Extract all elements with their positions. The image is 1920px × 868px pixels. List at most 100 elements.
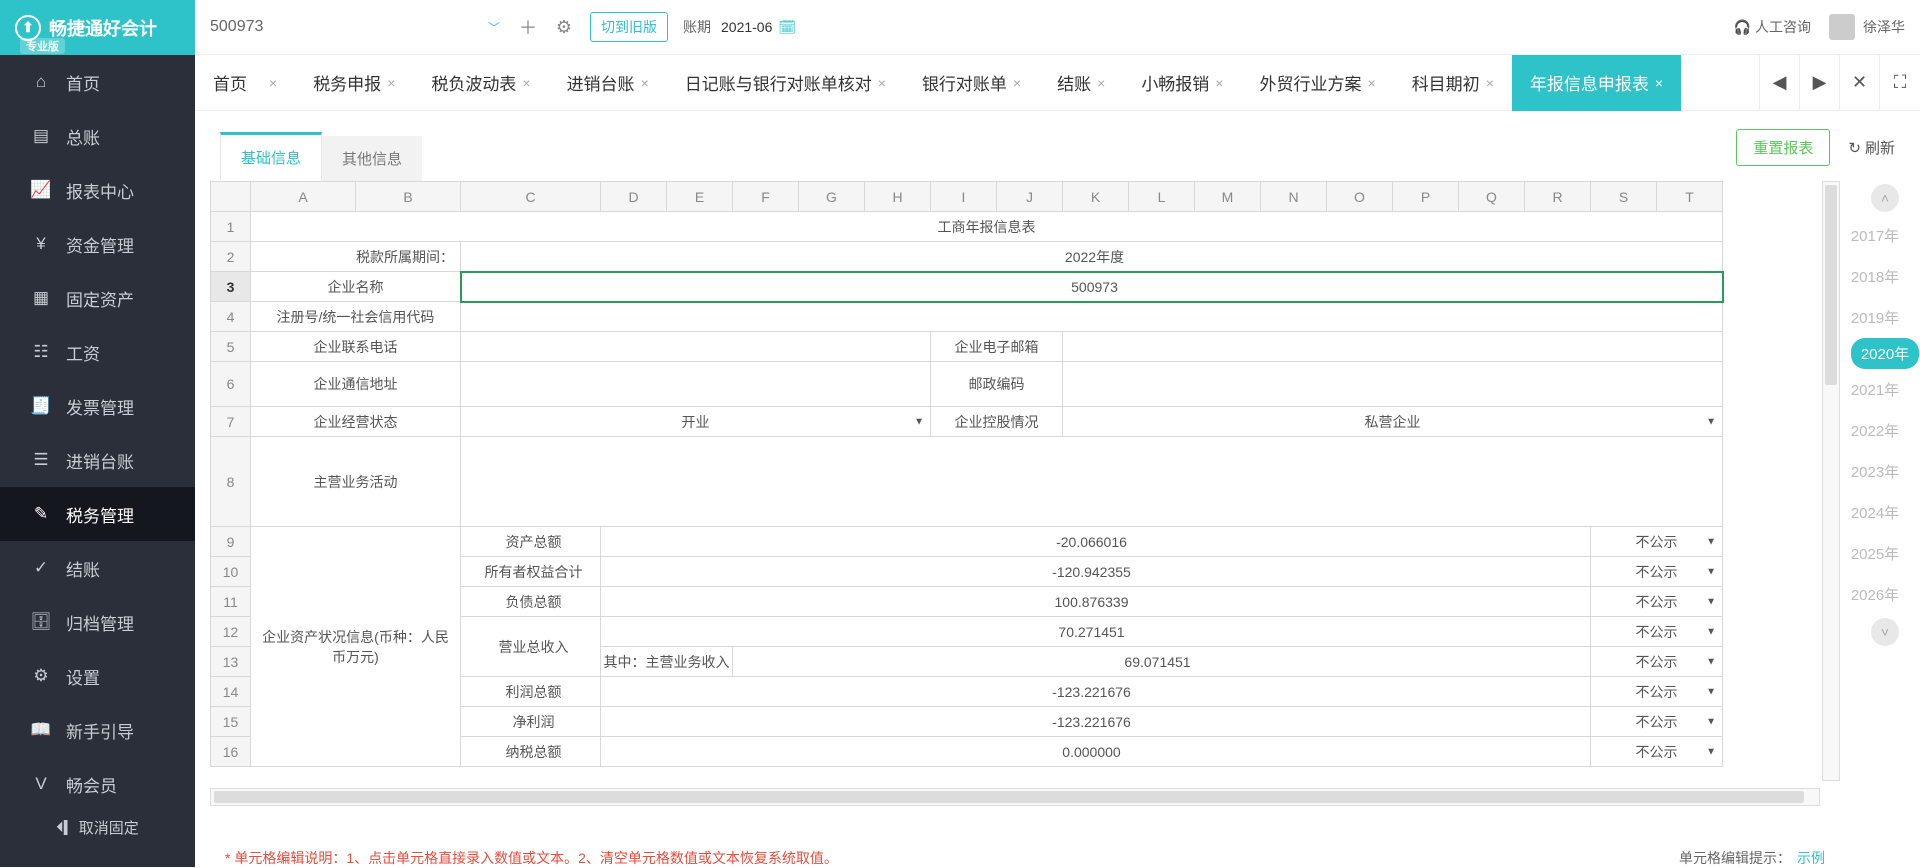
- close-icon[interactable]: ×: [641, 75, 649, 91]
- dropdown-publish[interactable]: 不公示▼: [1591, 617, 1723, 647]
- row-header[interactable]: 16: [211, 737, 251, 767]
- row-header[interactable]: 13: [211, 647, 251, 677]
- dropdown-publish[interactable]: 不公示▼: [1591, 587, 1723, 617]
- col-header[interactable]: E: [667, 182, 733, 212]
- refresh-button[interactable]: ↻刷新: [1848, 137, 1895, 158]
- year-2017年[interactable]: 2017年: [1851, 215, 1919, 256]
- subtab-basic[interactable]: 基础信息: [220, 132, 322, 181]
- nav-item-1[interactable]: ▤总账: [0, 109, 195, 163]
- nav-item-9[interactable]: ✓结账: [0, 541, 195, 595]
- row-header[interactable]: 2: [211, 242, 251, 272]
- sheet-corner[interactable]: [211, 182, 251, 212]
- tab-9[interactable]: 科目期初×: [1394, 55, 1512, 111]
- col-header[interactable]: S: [1591, 182, 1657, 212]
- nav-item-10[interactable]: 🗄归档管理: [0, 595, 195, 649]
- dropdown-publish[interactable]: 不公示▼: [1591, 737, 1723, 767]
- col-header[interactable]: B: [356, 182, 461, 212]
- company-selector[interactable]: 500973 ﹀: [210, 11, 510, 43]
- dropdown-status[interactable]: 开业▼: [461, 407, 931, 437]
- year-2019年[interactable]: 2019年: [1851, 297, 1919, 338]
- switch-old-button[interactable]: 切到旧版: [590, 12, 668, 42]
- cell-company-name[interactable]: 500973: [461, 272, 1723, 302]
- col-header[interactable]: I: [931, 182, 997, 212]
- close-icon[interactable]: ×: [1097, 75, 1105, 91]
- col-header[interactable]: G: [799, 182, 865, 212]
- user-menu[interactable]: 徐泽华: [1829, 14, 1905, 40]
- year-2024年[interactable]: 2024年: [1851, 492, 1919, 533]
- tab-0[interactable]: 首页×: [195, 55, 295, 111]
- horizontal-scrollbar[interactable]: [210, 788, 1820, 806]
- row-header[interactable]: 11: [211, 587, 251, 617]
- close-icon[interactable]: ×: [522, 75, 530, 91]
- col-header[interactable]: O: [1327, 182, 1393, 212]
- nav-item-12[interactable]: 📖新手引导: [0, 703, 195, 757]
- nav-item-0[interactable]: ⌂首页: [0, 55, 195, 109]
- close-icon[interactable]: ×: [1215, 75, 1223, 91]
- nav-item-5[interactable]: ☷工资: [0, 325, 195, 379]
- row-header[interactable]: 3: [211, 272, 251, 302]
- dropdown-publish[interactable]: 不公示▼: [1591, 527, 1723, 557]
- tab-4[interactable]: 日记账与银行对账单核对×: [667, 55, 904, 111]
- tabs-scroll-left[interactable]: ◀: [1760, 55, 1800, 111]
- tab-5[interactable]: 银行对账单×: [904, 55, 1039, 111]
- dropdown-publish[interactable]: 不公示▼: [1591, 557, 1723, 587]
- close-icon[interactable]: ×: [1486, 75, 1494, 91]
- col-header[interactable]: J: [997, 182, 1063, 212]
- dropdown-publish[interactable]: 不公示▼: [1591, 677, 1723, 707]
- year-2020年[interactable]: 2020年: [1851, 338, 1919, 369]
- year-up-button[interactable]: ˄: [1871, 184, 1899, 212]
- tabs-scroll-right[interactable]: ▶: [1800, 55, 1840, 111]
- dropdown-holding[interactable]: 私营企业▼: [1063, 407, 1723, 437]
- dropdown-publish[interactable]: 不公示▼: [1591, 707, 1723, 737]
- tab-8[interactable]: 外贸行业方案×: [1242, 55, 1394, 111]
- tab-1[interactable]: 税务申报×: [295, 55, 413, 111]
- example-link[interactable]: 示例: [1797, 850, 1825, 866]
- fullscreen-icon[interactable]: ⛶: [1880, 55, 1920, 111]
- sheet-title[interactable]: 工商年报信息表: [251, 212, 1723, 242]
- dropdown-publish[interactable]: 不公示▼: [1591, 647, 1723, 677]
- row-header[interactable]: 5: [211, 332, 251, 362]
- regenerate-button[interactable]: 重置报表: [1736, 129, 1830, 166]
- col-header[interactable]: D: [601, 182, 667, 212]
- close-icon[interactable]: ×: [1655, 75, 1663, 91]
- gear-icon[interactable]: ⚙: [549, 12, 579, 42]
- col-header[interactable]: N: [1261, 182, 1327, 212]
- col-header[interactable]: K: [1063, 182, 1129, 212]
- row-header[interactable]: 9: [211, 527, 251, 557]
- col-header[interactable]: L: [1129, 182, 1195, 212]
- row-header[interactable]: 14: [211, 677, 251, 707]
- close-icon[interactable]: ×: [1368, 75, 1376, 91]
- row-header[interactable]: 1: [211, 212, 251, 242]
- nav-item-7[interactable]: ☰进销台账: [0, 433, 195, 487]
- nav-item-6[interactable]: 🧾发票管理: [0, 379, 195, 433]
- tab-3[interactable]: 进销台账×: [549, 55, 667, 111]
- year-2022年[interactable]: 2022年: [1851, 410, 1919, 451]
- year-2025年[interactable]: 2025年: [1851, 533, 1919, 574]
- year-2021年[interactable]: 2021年: [1851, 369, 1919, 410]
- row-header[interactable]: 8: [211, 437, 251, 527]
- row-header[interactable]: 12: [211, 617, 251, 647]
- tab-2[interactable]: 税负波动表×: [413, 55, 548, 111]
- year-2026年[interactable]: 2026年: [1851, 574, 1919, 615]
- consult-button[interactable]: 🎧 人工咨询: [1734, 17, 1811, 37]
- row-header[interactable]: 6: [211, 362, 251, 407]
- row-header[interactable]: 4: [211, 302, 251, 332]
- add-button[interactable]: ＋: [513, 12, 543, 42]
- col-header[interactable]: A: [251, 182, 356, 212]
- year-2018年[interactable]: 2018年: [1851, 256, 1919, 297]
- nav-item-3[interactable]: ¥资金管理: [0, 217, 195, 271]
- col-header[interactable]: C: [461, 182, 601, 212]
- nav-item-2[interactable]: 📈报表中心: [0, 163, 195, 217]
- close-icon[interactable]: ×: [387, 75, 395, 91]
- nav-item-4[interactable]: ▦固定资产: [0, 271, 195, 325]
- nav-item-13[interactable]: V畅会员: [0, 757, 195, 811]
- nav-item-8[interactable]: ✎税务管理: [0, 487, 195, 541]
- col-header[interactable]: T: [1657, 182, 1723, 212]
- tab-6[interactable]: 结账×: [1039, 55, 1123, 111]
- calendar-icon[interactable]: 🗓: [778, 19, 796, 36]
- close-icon[interactable]: ×: [269, 75, 277, 91]
- row-header[interactable]: 7: [211, 407, 251, 437]
- tab-10[interactable]: 年报信息申报表×: [1512, 55, 1681, 111]
- col-header[interactable]: M: [1195, 182, 1261, 212]
- col-header[interactable]: H: [865, 182, 931, 212]
